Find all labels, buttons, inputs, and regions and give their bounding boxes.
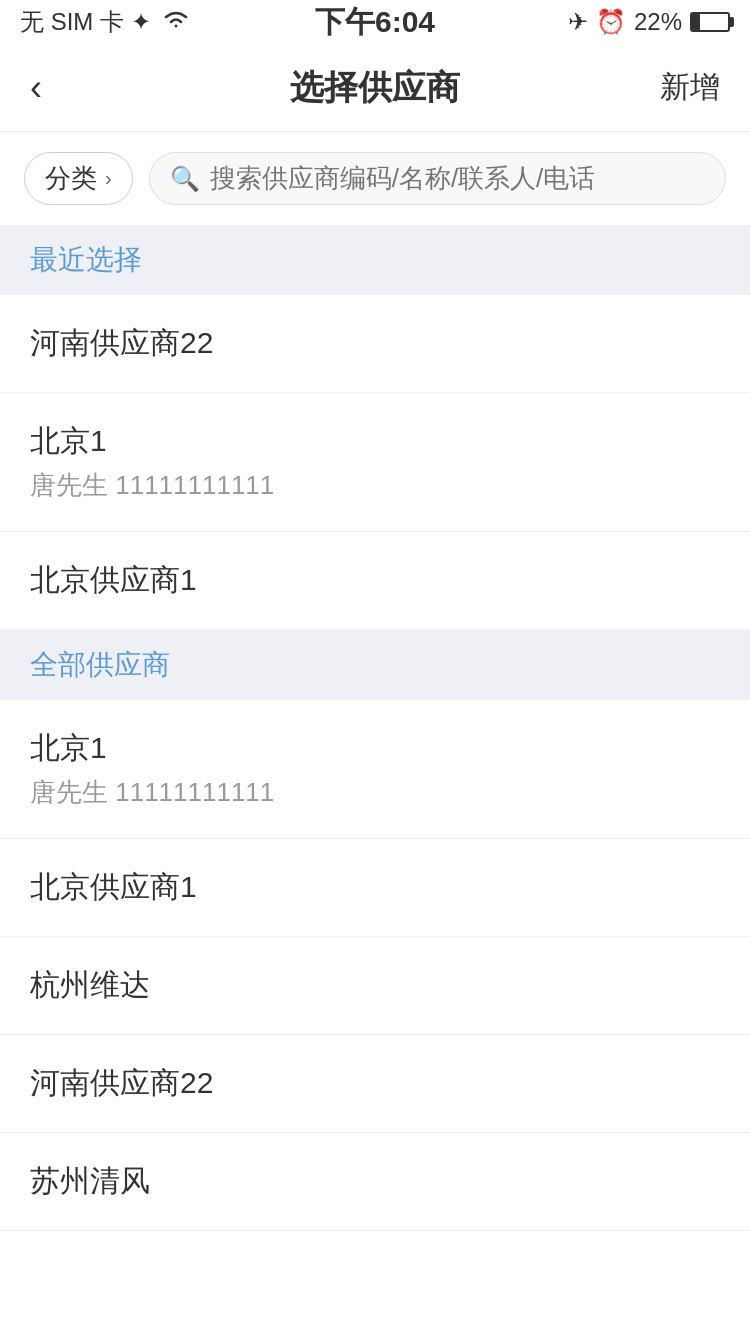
status-right: ✈ ⏰ 22%: [568, 8, 730, 36]
status-bar: 无 SIM 卡 ✦ 下午6:04 ✈ ⏰ 22%: [0, 0, 750, 44]
sim-status: 无 SIM 卡 ✦: [20, 6, 151, 38]
filter-bar: 分类 › 🔍: [0, 132, 750, 225]
chevron-right-icon: ›: [105, 167, 112, 190]
search-icon: 🔍: [170, 165, 200, 193]
list-item[interactable]: 苏州清风: [0, 1133, 750, 1231]
section-header-all: 全部供应商: [0, 630, 750, 700]
search-box: 🔍: [149, 152, 726, 205]
wifi-icon: [161, 8, 191, 36]
category-label: 分类: [45, 161, 97, 196]
supplier-name: 河南供应商22: [30, 323, 720, 364]
supplier-name: 河南供应商22: [30, 1063, 720, 1104]
list-item[interactable]: 北京供应商1: [0, 532, 750, 630]
supplier-name: 苏州清风: [30, 1161, 720, 1202]
status-time: 下午6:04: [315, 2, 435, 43]
search-input[interactable]: [210, 163, 705, 194]
list-item[interactable]: 北京1 唐先生 11111111111: [0, 393, 750, 532]
supplier-name: 杭州维达: [30, 965, 720, 1006]
category-filter[interactable]: 分类 ›: [24, 152, 133, 205]
supplier-contact: 唐先生 11111111111: [30, 468, 720, 503]
supplier-name: 北京1: [30, 728, 720, 769]
list-item[interactable]: 北京1 唐先生 11111111111: [0, 700, 750, 839]
location-icon: ✈: [568, 8, 588, 36]
back-button[interactable]: ‹: [30, 67, 90, 109]
supplier-list: 最近选择河南供应商22 北京1 唐先生 11111111111 北京供应商1 全部供应商…: [0, 225, 750, 1231]
nav-bar: ‹ 选择供应商 新增: [0, 44, 750, 132]
list-item[interactable]: 北京供应商1: [0, 839, 750, 937]
add-button[interactable]: 新增: [660, 67, 720, 108]
battery-icon: [690, 12, 730, 32]
alarm-icon: ⏰: [596, 8, 626, 36]
list-item[interactable]: 河南供应商22: [0, 1035, 750, 1133]
status-left: 无 SIM 卡 ✦: [20, 6, 191, 38]
page-title: 选择供应商: [290, 65, 460, 111]
battery-percent: 22%: [634, 8, 682, 36]
supplier-name: 北京供应商1: [30, 560, 720, 601]
supplier-name: 北京1: [30, 421, 720, 462]
list-item[interactable]: 杭州维达: [0, 937, 750, 1035]
supplier-contact: 唐先生 11111111111: [30, 775, 720, 810]
list-item[interactable]: 河南供应商22: [0, 295, 750, 393]
supplier-name: 北京供应商1: [30, 867, 720, 908]
section-header-recent: 最近选择: [0, 225, 750, 295]
